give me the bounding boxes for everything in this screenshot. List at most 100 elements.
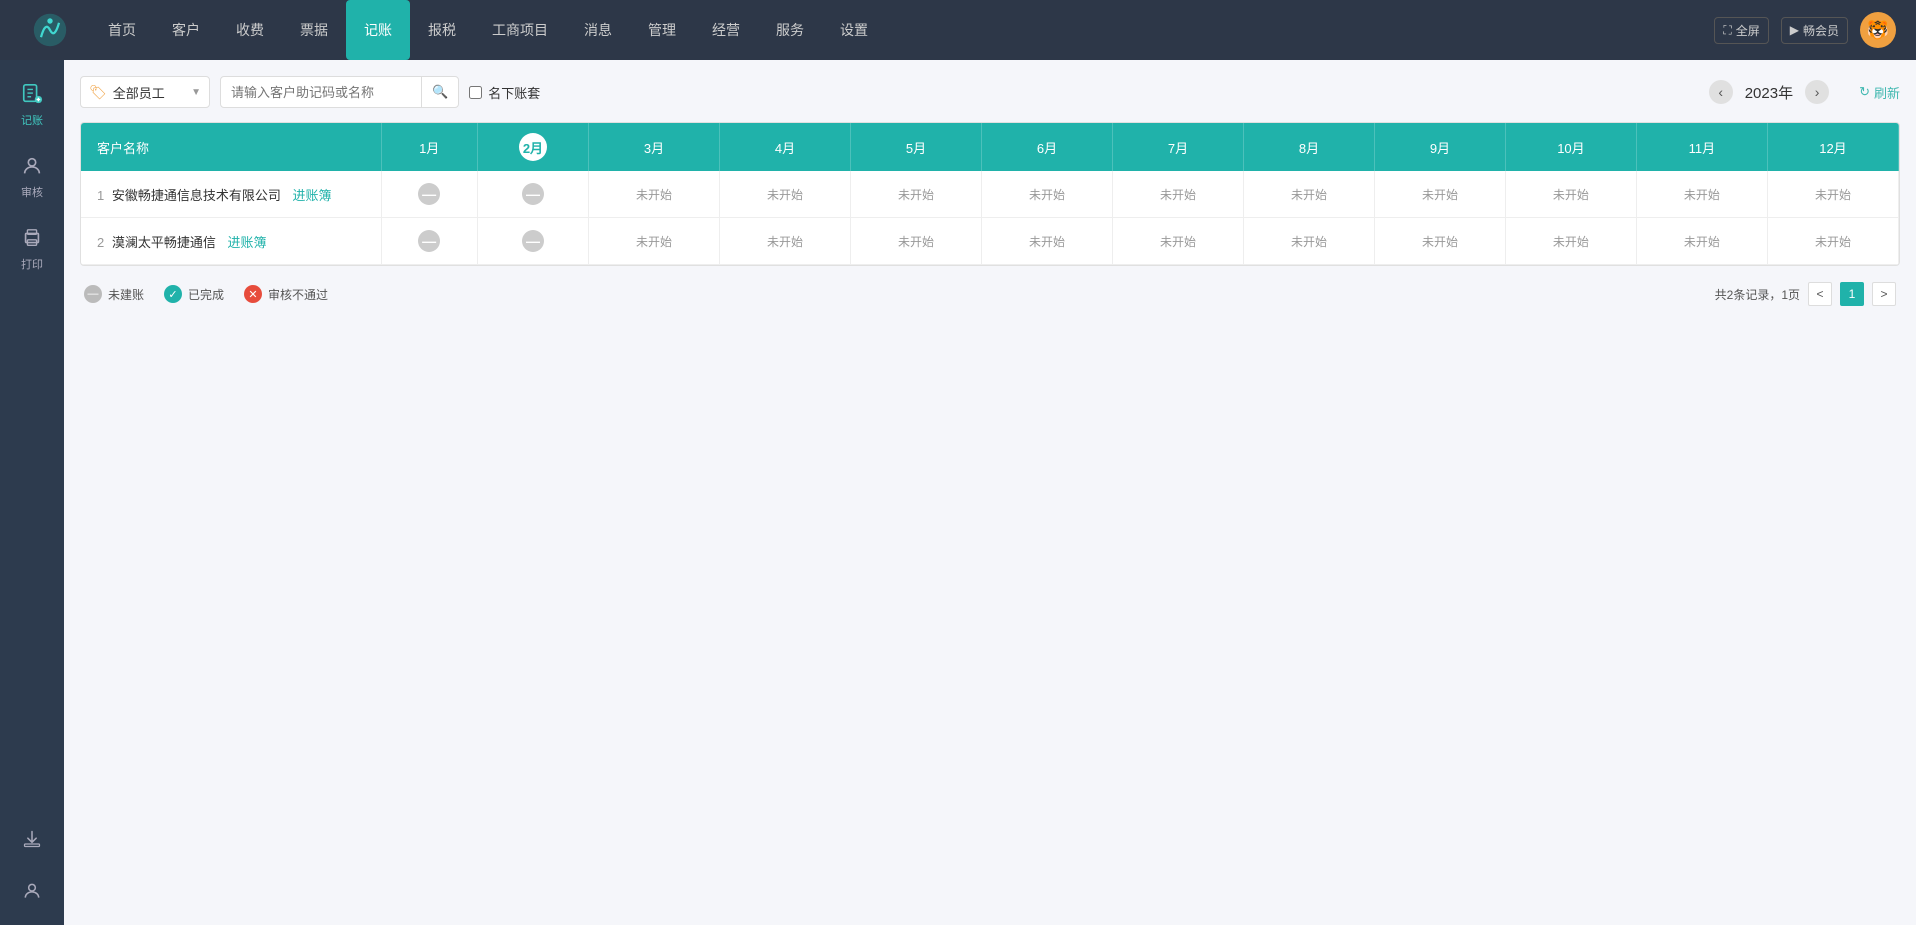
accounting-icon xyxy=(18,80,46,108)
not-started: 未开始 xyxy=(767,235,803,249)
r2-m12: 未开始 xyxy=(1767,218,1898,265)
not-started: 未开始 xyxy=(898,235,934,249)
nav-home[interactable]: 首页 xyxy=(90,0,154,60)
year-nav: ‹ 2023年 › xyxy=(1709,80,1829,104)
pagination: 共2条记录，1页 < 1 > xyxy=(1715,282,1896,306)
my-accounts-checkbox[interactable] xyxy=(469,86,482,99)
r1-m5: 未开始 xyxy=(851,171,982,218)
fullscreen-button[interactable]: ⛶ 全屏 xyxy=(1714,17,1768,44)
complete-icon: ✓ xyxy=(164,285,182,303)
search-box: 🔍 xyxy=(220,76,459,108)
sidebar-item-review[interactable]: 审核 xyxy=(4,142,60,210)
nav-operation[interactable]: 经营 xyxy=(694,0,758,60)
refresh-label: 刷新 xyxy=(1874,83,1900,102)
download-icon xyxy=(18,825,46,853)
col-client: 客户名称 xyxy=(81,123,381,171)
refresh-button[interactable]: ↻ 刷新 xyxy=(1859,83,1900,102)
my-accounts-label: 名下账套 xyxy=(488,83,540,102)
user-avatar[interactable]: 🐯 xyxy=(1860,12,1896,48)
not-started: 未开始 xyxy=(1291,188,1327,202)
sidebar-item-download[interactable] xyxy=(4,815,60,863)
search-input[interactable] xyxy=(221,85,421,100)
client-num-1: 1 xyxy=(97,188,104,203)
chevron-down-icon: ▼ xyxy=(191,87,201,98)
r1-m4: 未开始 xyxy=(720,171,851,218)
not-started: 未开始 xyxy=(1815,188,1851,202)
complete-label: 已完成 xyxy=(188,286,224,303)
vip-icon: ▶ xyxy=(1790,23,1799,37)
sidebar-item-user[interactable] xyxy=(4,867,60,915)
col-jun: 6月 xyxy=(982,123,1113,171)
col-jan: 1月 xyxy=(381,123,477,171)
r1-m7: 未开始 xyxy=(1112,171,1243,218)
print-icon xyxy=(18,224,46,252)
nav-bill[interactable]: 票据 xyxy=(282,0,346,60)
nav-client[interactable]: 客户 xyxy=(154,0,218,60)
r1-m10: 未开始 xyxy=(1505,171,1636,218)
sidebar-item-accounting[interactable]: 记账 xyxy=(4,70,60,138)
sidebar-item-accounting-label: 记账 xyxy=(21,112,43,128)
not-started: 未开始 xyxy=(1422,188,1458,202)
nav-message[interactable]: 消息 xyxy=(566,0,630,60)
prev-year-button[interactable]: ‹ xyxy=(1709,80,1733,104)
status-dash: — xyxy=(418,183,440,205)
prev-page-button[interactable]: < xyxy=(1808,282,1832,306)
col-aug: 8月 xyxy=(1243,123,1374,171)
review-icon xyxy=(18,152,46,180)
legend-rejected: ✕ 审核不通过 xyxy=(244,285,328,303)
app-logo xyxy=(20,12,80,48)
table-header: 客户名称 1月 2月 3月 4月 5月 6月 7月 xyxy=(81,123,1899,171)
nav-accounting[interactable]: 记账 xyxy=(346,0,410,60)
r2-m9: 未开始 xyxy=(1374,218,1505,265)
not-started: 未开始 xyxy=(1422,235,1458,249)
legend: — 未建账 ✓ 已完成 ✕ 审核不通过 xyxy=(84,285,328,303)
nav-business[interactable]: 工商项目 xyxy=(474,0,566,60)
sidebar-item-review-label: 审核 xyxy=(21,184,43,200)
col-feb: 2月 xyxy=(477,123,588,171)
table-body: 1 安徽畅捷通信息技术有限公司 进账簿 — — 未开始 未开始 未开始 未开始 … xyxy=(81,171,1899,265)
nav-settings[interactable]: 设置 xyxy=(822,0,886,60)
nav-manage[interactable]: 管理 xyxy=(630,0,694,60)
not-started: 未开始 xyxy=(1684,235,1720,249)
not-started: 未开始 xyxy=(1553,188,1589,202)
r1-m12: 未开始 xyxy=(1767,171,1898,218)
nav-tax[interactable]: 报税 xyxy=(410,0,474,60)
my-accounts-checkbox-label[interactable]: 名下账套 xyxy=(469,83,540,102)
unbuilt-icon: — xyxy=(84,285,102,303)
col-mar: 3月 xyxy=(589,123,720,171)
legend-complete: ✓ 已完成 xyxy=(164,285,224,303)
nav-service[interactable]: 服务 xyxy=(758,0,822,60)
r1-m11: 未开始 xyxy=(1636,171,1767,218)
not-started: 未开始 xyxy=(1029,235,1065,249)
unbuilt-label: 未建账 xyxy=(108,286,144,303)
client-link-1[interactable]: 进账簿 xyxy=(293,188,332,203)
client-link-2[interactable]: 进账簿 xyxy=(228,235,267,250)
not-started: 未开始 xyxy=(1291,235,1327,249)
vip-label: 畅会员 xyxy=(1803,22,1839,39)
user-icon xyxy=(18,877,46,905)
sidebar-item-print[interactable]: 打印 xyxy=(4,214,60,282)
table: 客户名称 1月 2月 3月 4月 5月 6月 7月 xyxy=(81,123,1899,265)
r1-m6: 未开始 xyxy=(982,171,1113,218)
not-started: 未开始 xyxy=(898,188,934,202)
employee-select[interactable]: 🏷 全部员工 ▼ xyxy=(80,76,210,108)
table-row: 1 安徽畅捷通信息技术有限公司 进账簿 — — 未开始 未开始 未开始 未开始 … xyxy=(81,171,1899,218)
col-jul: 7月 xyxy=(1112,123,1243,171)
not-started: 未开始 xyxy=(636,188,672,202)
vip-button[interactable]: ▶ 畅会员 xyxy=(1781,17,1848,44)
employee-icon: 🏷 xyxy=(89,84,107,101)
nav-fee[interactable]: 收费 xyxy=(218,0,282,60)
legend-unbuilt: — 未建账 xyxy=(84,285,144,303)
not-started: 未开始 xyxy=(1815,235,1851,249)
table-scroll[interactable]: 客户名称 1月 2月 3月 4月 5月 6月 7月 xyxy=(81,123,1899,265)
col-apr: 4月 xyxy=(720,123,851,171)
next-year-button[interactable]: › xyxy=(1805,80,1829,104)
page-1-button[interactable]: 1 xyxy=(1840,282,1864,306)
main-content: 🏷 全部员工 ▼ 🔍 名下账套 ‹ 2023年 › ↻ 刷新 xyxy=(64,60,1916,925)
r2-m5: 未开始 xyxy=(851,218,982,265)
r2-m4: 未开始 xyxy=(720,218,851,265)
search-button[interactable]: 🔍 xyxy=(421,77,458,107)
r1-m9: 未开始 xyxy=(1374,171,1505,218)
sidebar: 记账 审核 打印 xyxy=(0,60,64,925)
next-page-button[interactable]: > xyxy=(1872,282,1896,306)
